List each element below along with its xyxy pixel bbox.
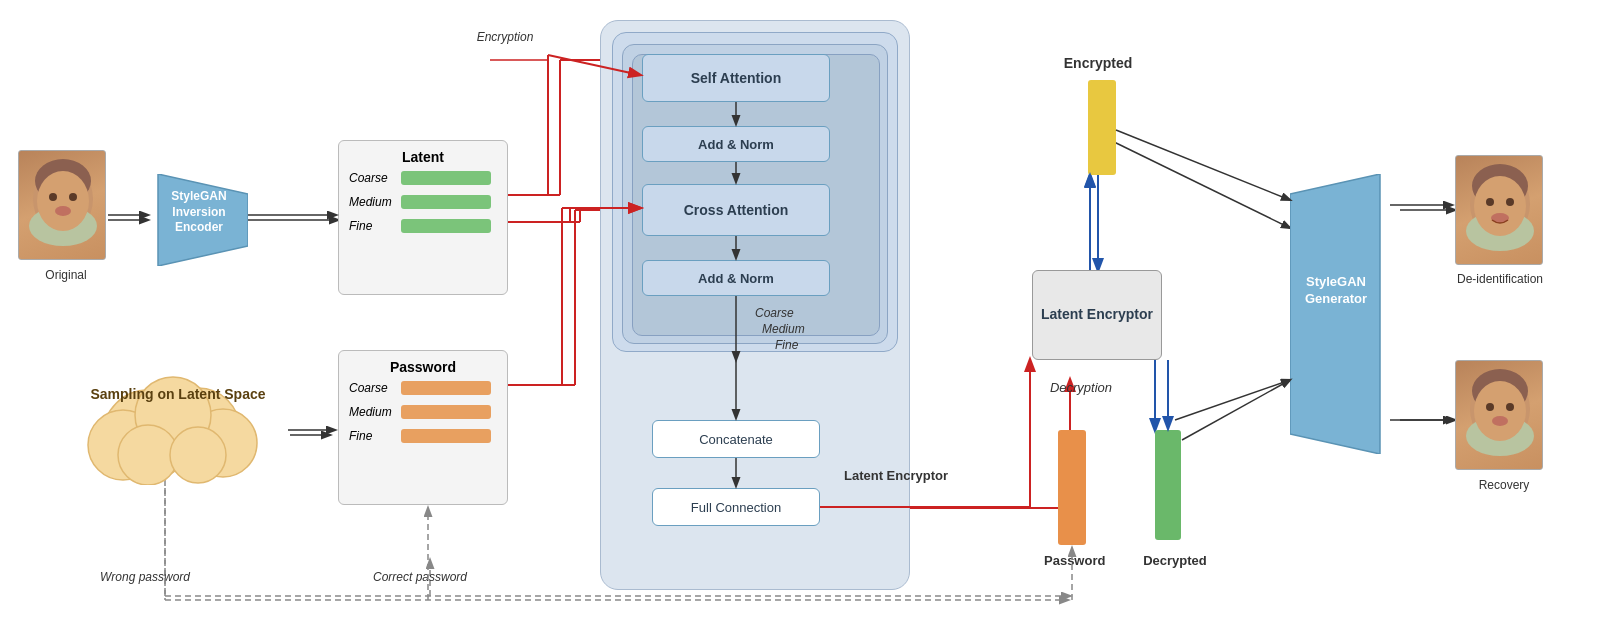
- svg-line-80: [1116, 130, 1290, 200]
- latent-title: Latent: [402, 149, 444, 165]
- latent-encryptor-side-label: Latent Encryptor: [836, 468, 956, 485]
- password-title: Password: [390, 359, 456, 375]
- medium-output-label: Medium: [762, 322, 805, 336]
- svg-marker-45: [1290, 174, 1380, 454]
- full-connection-label: Full Connection: [691, 500, 781, 515]
- decrypted-label: Decrypted: [1140, 553, 1210, 568]
- svg-point-57: [1486, 403, 1494, 411]
- decryption-label: Decryption: [1036, 380, 1126, 395]
- medium-bar-orange: [401, 405, 491, 419]
- fine-bar-green: [401, 219, 491, 233]
- svg-point-59: [1492, 416, 1508, 426]
- svg-point-49: [1474, 176, 1526, 236]
- svg-point-35: [69, 193, 77, 201]
- svg-point-51: [1506, 198, 1514, 206]
- recovery-label: Recovery: [1473, 478, 1535, 492]
- svg-point-50: [1486, 198, 1494, 206]
- coarse-output-label: Coarse: [755, 306, 794, 320]
- password-bottom-label: Password: [1044, 553, 1104, 568]
- latent-box: Latent Coarse Medium Fine: [338, 140, 508, 295]
- decrypted-green-bar: [1155, 430, 1181, 540]
- svg-point-36: [55, 206, 71, 216]
- fine-output-label: Fine: [775, 338, 798, 352]
- fine-label: Fine: [349, 219, 401, 233]
- medium-label: Medium: [349, 195, 401, 209]
- cross-attention-box: Cross Attention: [642, 184, 830, 236]
- svg-point-58: [1506, 403, 1514, 411]
- encryption-label: Encryption: [455, 30, 555, 44]
- sampling-label: Sampling on Latent Space: [90, 386, 265, 402]
- svg-point-33: [37, 171, 89, 231]
- svg-point-43: [118, 425, 178, 485]
- add-norm-2-label: Add & Norm: [698, 271, 774, 286]
- stylegan-generator: StyleGAN Generator: [1290, 174, 1390, 454]
- password-box: Password Coarse Medium Fine: [338, 350, 508, 505]
- add-norm-2-box: Add & Norm: [642, 260, 830, 296]
- svg-point-34: [49, 193, 57, 201]
- original-face: [18, 150, 106, 260]
- encrypted-label: Encrypted: [1058, 55, 1138, 71]
- self-attention-label: Self Attention: [691, 70, 781, 86]
- svg-line-18: [1110, 140, 1290, 228]
- fine-bar-orange: [401, 429, 491, 443]
- coarse-bar-green: [401, 171, 491, 185]
- svg-point-56: [1474, 381, 1526, 441]
- original-label: Original: [36, 268, 96, 282]
- full-connection-box: Full Connection: [652, 488, 820, 526]
- deidentification-label: De-identification: [1448, 272, 1552, 286]
- add-norm-1-box: Add & Norm: [642, 126, 830, 162]
- medium-bar-green: [401, 195, 491, 209]
- self-attention-box: Self Attention: [642, 54, 830, 102]
- medium-pw-label: Medium: [349, 405, 401, 419]
- stylegan-inversion-encoder: StyleGAN Inversion Encoder: [148, 174, 248, 266]
- svg-line-83: [1182, 380, 1290, 440]
- coarse-pw-label: Coarse: [349, 381, 401, 395]
- svg-point-44: [170, 427, 226, 483]
- concatenate-box: Concatenate: [652, 420, 820, 458]
- wrong-password-label: Wrong password: [95, 570, 195, 584]
- stylegan-inversion-label: StyleGAN Inversion Encoder: [171, 189, 226, 234]
- sampling-cloud: Sampling on Latent Space: [68, 355, 288, 485]
- svg-line-23: [1175, 380, 1290, 420]
- cross-attention-label: Cross Attention: [684, 202, 788, 218]
- correct-password-label: Correct password: [365, 570, 475, 584]
- add-norm-1-label: Add & Norm: [698, 137, 774, 152]
- recovery-face: [1455, 360, 1543, 470]
- password-vert-bar: [1058, 430, 1086, 545]
- latent-encryptor-box: Latent Encryptor: [1032, 270, 1162, 360]
- coarse-label: Coarse: [349, 171, 401, 185]
- deidentification-face: [1455, 155, 1543, 265]
- fine-pw-label: Fine: [349, 429, 401, 443]
- coarse-bar-orange: [401, 381, 491, 395]
- latent-encryptor-label: Latent Encryptor: [1041, 305, 1153, 325]
- stylegan-generator-label: StyleGAN Generator: [1305, 274, 1367, 306]
- concatenate-label: Concatenate: [699, 432, 773, 447]
- encrypted-yellow-bar: [1088, 80, 1116, 175]
